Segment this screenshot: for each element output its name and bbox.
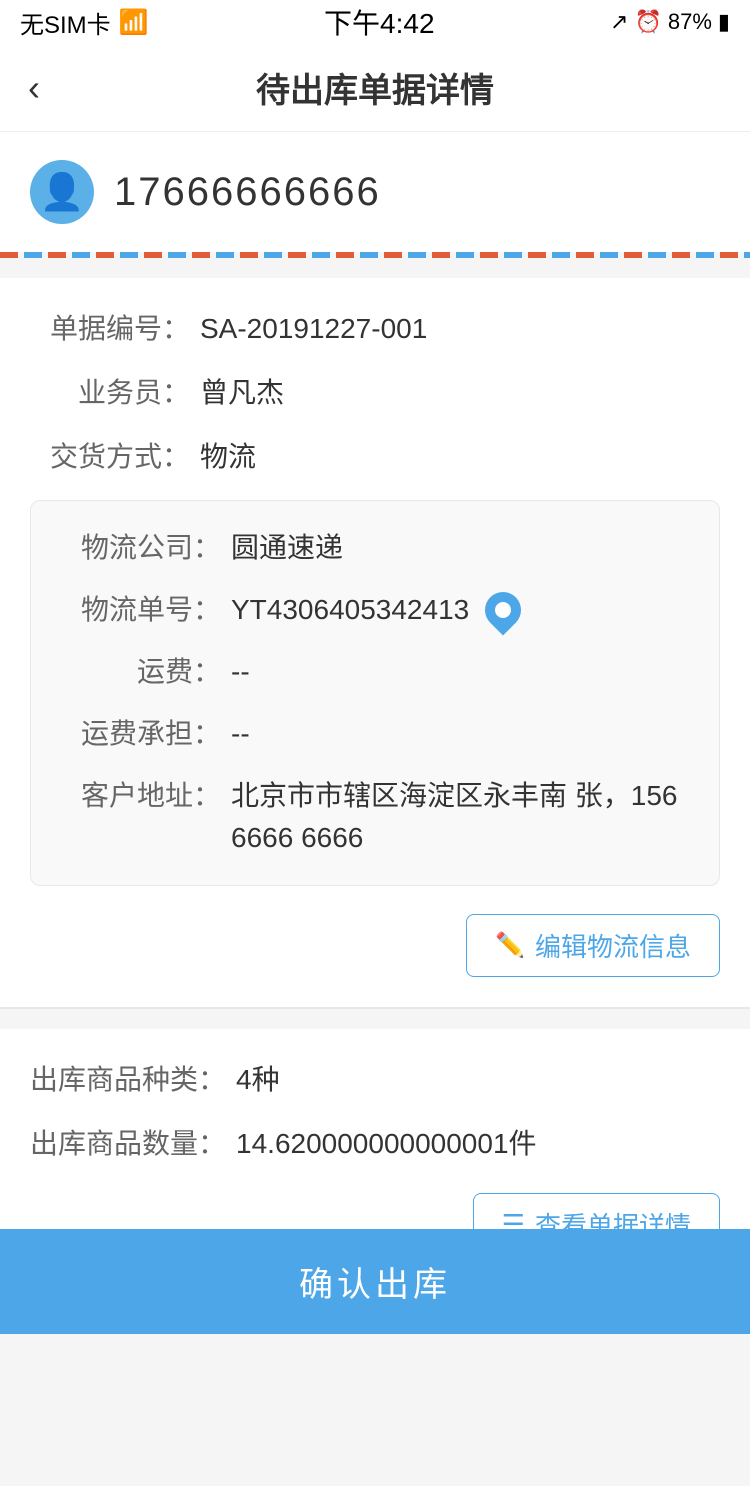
delivery-label: 交货方式： [30,436,190,478]
logistics-tracking-value: YT4306405342413 [231,589,689,631]
address-row: 客户地址： 北京市市辖区海淀区永丰南 张，156 6666 6666 [61,775,689,859]
edit-logistics-label: 编辑物流信息 [535,927,691,964]
edit-logistics-btn-wrap: ✏️ 编辑物流信息 [30,914,720,977]
dashed-divider [0,252,750,258]
goods-quantity-label: 出库商品数量： [30,1123,226,1165]
goods-types-value: 4种 [236,1059,720,1101]
location-pin-icon[interactable] [478,585,529,636]
goods-types-row: 出库商品种类： 4种 [30,1059,720,1101]
confirm-btn-wrap: 确认出库 [0,1229,750,1334]
address-value: 北京市市辖区海淀区永丰南 张，156 6666 6666 [231,775,689,859]
goods-quantity-row: 出库商品数量： 14.620000000000001件 [30,1123,720,1165]
freight-bear-row: 运费承担： -- [61,713,689,755]
status-bar: 无SIM卡 📶 下午4:42 ↗ ⏰ 87% ▮ [0,0,750,44]
status-time: 下午4:42 [324,2,435,42]
status-left: 无SIM卡 📶 [20,5,149,40]
delivery-value: 物流 [200,436,720,478]
goods-types-label: 出库商品种类： [30,1059,226,1101]
person-icon: 👤 [40,171,85,213]
order-info-section: 单据编号： SA-20191227-001 业务员： 曾凡杰 交货方式： 物流 … [0,278,750,1007]
page-title: 待出库单据详情 [256,63,494,112]
freight-bear-value: -- [231,713,689,755]
logistics-tracking-row: 物流单号： YT4306405342413 [61,589,689,631]
edit-icon: ✏️ [495,931,525,960]
delivery-row: 交货方式： 物流 [30,436,720,478]
alarm-icon: ⏰ [634,9,661,35]
battery-text: 87% [668,9,712,35]
status-right: ↗ ⏰ 87% ▮ [610,9,730,35]
order-number-value: SA-20191227-001 [200,308,720,350]
order-number-row: 单据编号： SA-20191227-001 [30,308,720,350]
logistics-card: 物流公司： 圆通速递 物流单号： YT4306405342413 运费： -- … [30,500,720,886]
goods-quantity-value: 14.620000000000001件 [236,1123,720,1165]
back-button[interactable]: ‹ [28,67,40,109]
freight-bear-label: 运费承担： [61,713,221,755]
freight-value: -- [231,651,689,693]
location-icon: ↗ [610,9,628,35]
agent-value: 曾凡杰 [200,372,720,414]
section-divider [0,1007,750,1009]
nav-bar: ‹ 待出库单据详情 [0,44,750,132]
address-label: 客户地址： [61,775,221,817]
order-number-label: 单据编号： [30,308,190,350]
freight-label: 运费： [61,651,221,693]
avatar: 👤 [30,160,94,224]
battery-icon: ▮ [718,9,730,35]
edit-logistics-button[interactable]: ✏️ 编辑物流信息 [466,914,720,977]
carrier-text: 无SIM卡 [20,5,111,40]
agent-row: 业务员： 曾凡杰 [30,372,720,414]
wifi-icon: 📶 [119,8,149,37]
confirm-button[interactable]: 确认出库 [299,1257,451,1306]
logistics-company-label: 物流公司： [61,527,221,569]
logistics-tracking-label: 物流单号： [61,589,221,631]
agent-label: 业务员： [30,372,190,414]
user-header: 👤 17666666666 [0,132,750,252]
freight-row: 运费： -- [61,651,689,693]
logistics-company-value: 圆通速递 [231,527,689,569]
user-phone: 17666666666 [114,170,381,215]
logistics-company-row: 物流公司： 圆通速递 [61,527,689,569]
